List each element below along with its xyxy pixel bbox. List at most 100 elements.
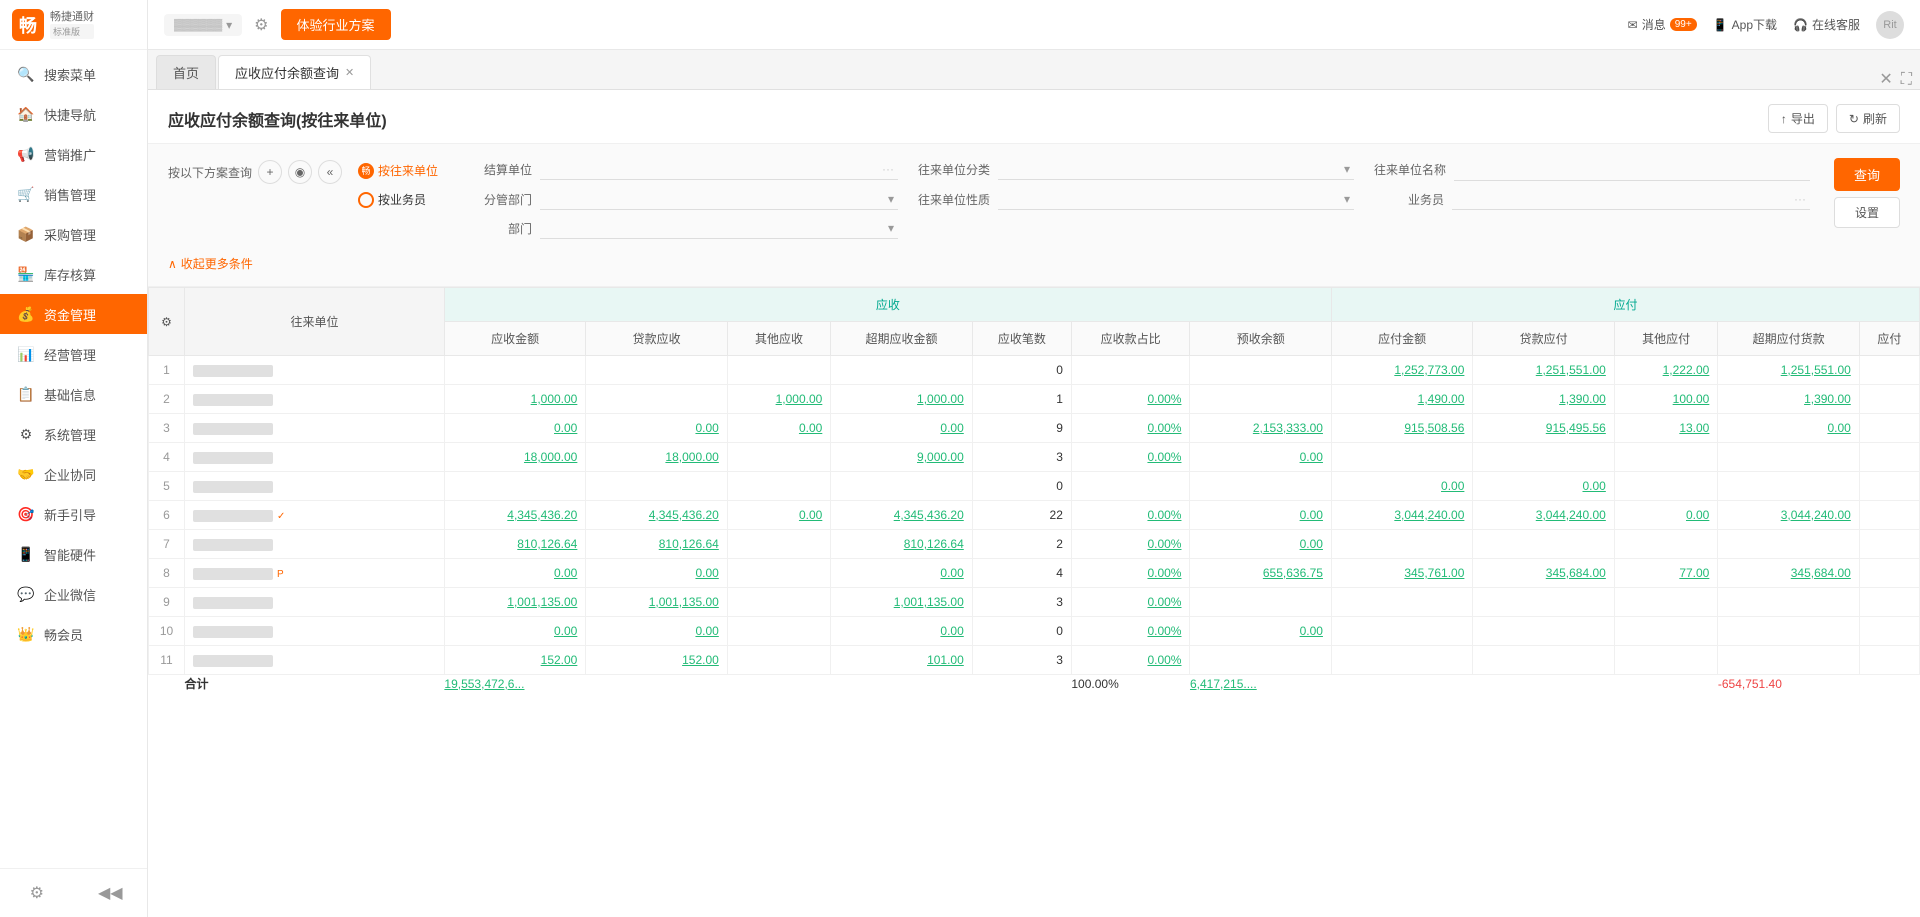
sidebar-item-finance[interactable]: 💰 资金管理: [0, 294, 147, 334]
tab-home[interactable]: 首页: [156, 55, 216, 89]
sidebar-label-finance: 资金管理: [44, 305, 96, 324]
export-icon: ↑: [1781, 112, 1787, 126]
filter-partner-name-label: 往来单位名称: [1374, 161, 1446, 178]
sidebar-item-corp[interactable]: 🤝 企业协同: [0, 454, 147, 494]
filter-dept-input[interactable]: ▾: [540, 218, 898, 239]
collapse-filter-btn[interactable]: ∧ 收起更多条件: [168, 255, 1900, 272]
col-overdue-payable: 超期应付货款: [1718, 322, 1859, 356]
table-row: 101,252,773.001,251,551.001,222.001,251,…: [149, 356, 1920, 385]
sidebar-icon-basic: 📋: [16, 384, 36, 404]
total-overdue-payable: -654,751.40: [1718, 675, 1859, 693]
message-btn[interactable]: ✉ 消息 99+: [1628, 16, 1697, 33]
app-download-btn[interactable]: 📱 App下载: [1713, 16, 1777, 33]
tab-query[interactable]: 应收应付余额查询 ✕: [218, 55, 371, 89]
message-label: 消息: [1642, 16, 1666, 33]
option-partner-icon: 畅: [358, 163, 374, 179]
message-icon: ✉: [1628, 18, 1638, 32]
logo-name: 畅捷通财: [50, 10, 94, 24]
scheme-collapse-btn[interactable]: «: [318, 160, 342, 184]
col-group-receivable-header: 应收: [444, 288, 1331, 322]
filter-salesman-dots-icon: ···: [1794, 192, 1806, 206]
total-advance-balance: 6,417,215....: [1190, 675, 1331, 693]
tab-home-label: 首页: [173, 63, 199, 82]
user-avatar[interactable]: Rit: [1876, 11, 1904, 39]
sidebar-icon-wechat: 💬: [16, 584, 36, 604]
window-close-icon[interactable]: ✕: [1879, 69, 1892, 89]
table-row: 91,001,135.001,001,135.001,001,135.0030.…: [149, 588, 1920, 617]
sidebar-item-marketing[interactable]: 📢 营销推广: [0, 134, 147, 174]
filter-partner-name: 往来单位名称: [1374, 158, 1810, 181]
query-btn[interactable]: 查询: [1834, 158, 1900, 191]
company-selector[interactable]: ▓▓▓▓▓▓ ▾: [164, 14, 242, 36]
filter-settlement-input[interactable]: ···: [540, 159, 898, 180]
export-btn[interactable]: ↑ 导出: [1768, 104, 1828, 133]
data-table: ⚙ 往来单位 应收 应付 应收金额 贷款应收 其他应收 超期应收金额 应收笔数 …: [148, 287, 1920, 692]
sidebar-item-basic[interactable]: 📋 基础信息: [0, 374, 147, 414]
sidebar-item-inventory[interactable]: 🏪 库存核算: [0, 254, 147, 294]
sidebar-settings-btn[interactable]: ⚙: [17, 877, 57, 909]
tab-query-close-icon[interactable]: ✕: [345, 66, 354, 79]
filter-settlement-label: 结算单位: [462, 161, 532, 178]
sidebar-item-guide[interactable]: 🎯 新手引导: [0, 494, 147, 534]
col-advance-balance: 预收余额: [1190, 322, 1331, 356]
sidebar-icon-operation: 📊: [16, 344, 36, 364]
filter-dept-label: 部门: [462, 220, 532, 237]
sidebar-label-hardware: 智能硬件: [44, 545, 96, 564]
user-name: Rit: [1883, 19, 1896, 31]
sidebar-collapse-btn[interactable]: ◀◀: [90, 877, 130, 909]
service-btn[interactable]: 🎧 在线客服: [1793, 16, 1860, 33]
sidebar-item-purchase[interactable]: 📦 采购管理: [0, 214, 147, 254]
sidebar-item-search[interactable]: 🔍 搜索菜单: [0, 54, 147, 94]
app-label: App下载: [1732, 16, 1777, 33]
col-payable-end: 应付: [1859, 322, 1919, 356]
total-receivable-ratio: 100.00%: [1071, 675, 1190, 693]
filter-department-label: 分管部门: [462, 191, 532, 208]
scheme-settings-btn[interactable]: ◉: [288, 160, 312, 184]
sidebar-item-sales[interactable]: 🛒 销售管理: [0, 174, 147, 214]
topbar-left: ▓▓▓▓▓▓ ▾ ⚙ 体验行业方案: [164, 9, 391, 40]
filter-partner-category-input[interactable]: ▾: [998, 159, 1354, 180]
table-settings-icon[interactable]: ⚙: [161, 315, 172, 329]
filter-settlement: 结算单位 ···: [462, 158, 898, 181]
scheme-option-partner[interactable]: 畅 按往来单位: [350, 158, 446, 183]
filter-salesman: 业务员 ···: [1374, 189, 1810, 210]
window-expand-icon[interactable]: ⛶: [1901, 71, 1912, 89]
col-receivable-ratio: 应收款占比: [1071, 322, 1190, 356]
topbar-gear-icon[interactable]: ⚙: [254, 15, 268, 35]
col-partner-header: 往来单位: [185, 288, 445, 356]
total-label: 合计: [185, 675, 445, 693]
sidebar-label-shortcut: 快捷导航: [44, 105, 96, 124]
table-row: 8P0.000.000.0040.00%655,636.75345,761.00…: [149, 559, 1920, 588]
tab-query-label: 应收应付余额查询: [235, 63, 339, 82]
sidebar-icon-hardware: 📱: [16, 544, 36, 564]
solution-btn[interactable]: 体验行业方案: [281, 9, 391, 40]
table-row: 21,000.001,000.001,000.0010.00%1,490.001…: [149, 385, 1920, 414]
refresh-btn[interactable]: ↻ 刷新: [1836, 104, 1900, 133]
main-area: ▓▓▓▓▓▓ ▾ ⚙ 体验行业方案 ✉ 消息 99+ 📱 App下载 🎧 在线客…: [148, 0, 1920, 917]
sidebar-item-member[interactable]: 👑 畅会员: [0, 614, 147, 654]
sidebar-icon-guide: 🎯: [16, 504, 36, 524]
col-loan-receivable: 贷款应收: [586, 322, 727, 356]
col-other-receivable: 其他应收: [727, 322, 831, 356]
sidebar-item-wechat[interactable]: 💬 企业微信: [0, 574, 147, 614]
filter-partner-name-input[interactable]: [1454, 158, 1810, 181]
sidebar-item-shortcut[interactable]: 🏠 快捷导航: [0, 94, 147, 134]
filter-partner-nature-input[interactable]: ▾: [998, 189, 1354, 210]
sidebar-label-sales: 销售管理: [44, 185, 96, 204]
col-settings[interactable]: ⚙: [149, 288, 185, 356]
settings-filter-btn[interactable]: 设置: [1834, 197, 1900, 228]
add-scheme-btn[interactable]: +: [258, 160, 282, 184]
chevron-down-icon-2: ▾: [888, 192, 894, 206]
tabbar: 首页 应收应付余额查询 ✕ ✕ ⛶: [148, 50, 1920, 90]
sidebar-nav: 🔍 搜索菜单 🏠 快捷导航 📢 营销推广 🛒 销售管理 📦 采购管理 🏪 库存核…: [0, 50, 147, 868]
sidebar-label-operation: 经营管理: [44, 345, 96, 364]
filter-department-input[interactable]: ▾: [540, 189, 898, 210]
sidebar-item-system[interactable]: ⚙ 系统管理: [0, 414, 147, 454]
scheme-option-salesman[interactable]: 按业务员: [350, 187, 446, 212]
message-badge: 99+: [1670, 18, 1697, 31]
app-icon: 📱: [1713, 18, 1728, 32]
table-row: 500.000.00: [149, 472, 1920, 501]
sidebar-item-operation[interactable]: 📊 经营管理: [0, 334, 147, 374]
sidebar-item-hardware[interactable]: 📱 智能硬件: [0, 534, 147, 574]
filter-salesman-input[interactable]: ···: [1452, 189, 1810, 210]
